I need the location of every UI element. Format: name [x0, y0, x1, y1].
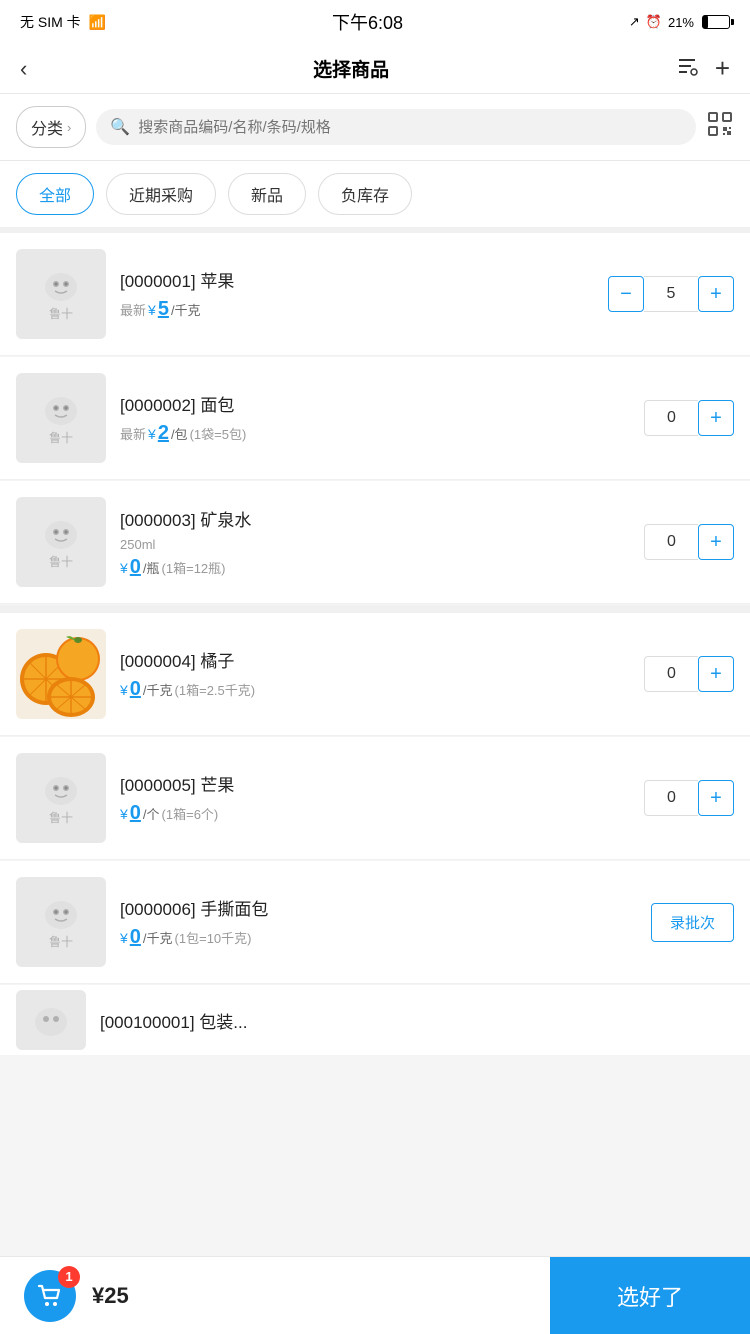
battery-percent: 21% [668, 15, 694, 30]
product-image-partial [16, 990, 86, 1050]
product-info-0000001: [0000001] 苹果 最新 ¥ 5 /千克 [120, 267, 594, 321]
category-button[interactable]: 分类 › [16, 106, 86, 148]
product-item: 鲁十 [0000005] 芒果 ¥ 0 /个 (1箱=6个) + [0, 737, 750, 860]
product-item: 鲁十 [0000003] 矿泉水 250ml ¥ 0 /瓶 (1箱=12瓶) + [0, 481, 750, 604]
nav-bar: ‹ 选择商品 + [0, 44, 750, 94]
product-spec: 250ml [120, 537, 630, 552]
product-list: 鲁十 [0000001] 苹果 最新 ¥ 5 /千克 − + [0, 233, 750, 1055]
wifi-icon: 📶 [89, 14, 106, 31]
tab-all[interactable]: 全部 [16, 173, 94, 215]
search-box: 🔍 [96, 109, 696, 145]
product-image-0000002: 鲁十 [16, 373, 106, 463]
tab-negative-stock[interactable]: 负库存 [318, 173, 412, 215]
product-item: 鲁十 [0000006] 手撕面包 ¥ 0 /千克 (1包=10千克) 录批次 [0, 861, 750, 984]
search-section: 分类 › 🔍 [0, 94, 750, 161]
product-image-0000005: 鲁十 [16, 753, 106, 843]
search-input[interactable] [138, 119, 682, 136]
product-image-0000004 [16, 629, 106, 719]
product-image-0000003: 鲁十 [16, 497, 106, 587]
tab-new[interactable]: 新品 [228, 173, 306, 215]
filter-tabs: 全部 近期采购 新品 负库存 [0, 161, 750, 233]
qty-plus-button[interactable]: + [698, 524, 734, 560]
product-image-0000001: 鲁十 [16, 249, 106, 339]
qty-plus-button[interactable]: + [698, 780, 734, 816]
product-item: 鲁十 [0000002] 面包 最新 ¥ 2 /包 (1袋=5包) + [0, 357, 750, 480]
qty-control-0000003: + [644, 524, 734, 560]
scan-button[interactable] [706, 110, 734, 144]
nav-left: ‹ [20, 56, 27, 82]
partial-product-name: [000100001] 包装... [100, 1008, 247, 1033]
qty-control-0000002: + [644, 400, 734, 436]
location-icon: ↗ [629, 14, 640, 30]
product-info-0000003: [0000003] 矿泉水 250ml ¥ 0 /瓶 (1箱=12瓶) [120, 506, 630, 579]
qty-input[interactable] [644, 400, 698, 436]
qty-input[interactable] [644, 656, 698, 692]
search-icon: 🔍 [110, 117, 130, 137]
product-info-0000006: [0000006] 手撕面包 ¥ 0 /千克 (1包=10千克) [120, 895, 637, 949]
product-image-0000006: 鲁十 [16, 877, 106, 967]
cart-icon-button[interactable]: 1 [24, 1270, 76, 1322]
cart-badge: 1 [58, 1266, 80, 1288]
qty-input[interactable] [644, 780, 698, 816]
qty-minus-button[interactable]: − [608, 276, 644, 312]
qty-control-0000004: + [644, 656, 734, 692]
product-item: 鲁十 [0000001] 苹果 最新 ¥ 5 /千克 − + [0, 233, 750, 356]
qty-control-0000005: + [644, 780, 734, 816]
status-right: ↗ ⏰ 21% [629, 14, 730, 30]
qty-control-0000001: − + [608, 276, 734, 312]
qty-plus-button[interactable]: + [698, 400, 734, 436]
qty-plus-button[interactable]: + [698, 276, 734, 312]
category-label: 分类 [31, 115, 63, 139]
product-item-partial: [000100001] 包装... [0, 985, 750, 1055]
status-left: 无 SIM 卡 📶 [20, 12, 106, 32]
product-name: [0000003] 矿泉水 [120, 506, 630, 531]
product-name: [0000006] 手撕面包 [120, 895, 637, 920]
product-price: 最新 ¥ 2 /包 (1袋=5包) [120, 422, 630, 445]
nav-title: 选择商品 [313, 55, 389, 82]
back-button[interactable]: ‹ [20, 56, 27, 82]
product-price: ¥ 0 /千克 (1包=10千克) [120, 926, 637, 949]
product-price: 最新 ¥ 5 /千克 [120, 298, 594, 321]
product-info-0000002: [0000002] 面包 最新 ¥ 2 /包 (1袋=5包) [120, 391, 630, 445]
batch-button[interactable]: 录批次 [651, 903, 734, 942]
bottom-bar: 1 ¥25 选好了 [0, 1256, 750, 1334]
product-info-0000005: [0000005] 芒果 ¥ 0 /个 (1箱=6个) [120, 771, 630, 825]
product-info-0000004: [0000004] 橘子 ¥ 0 /千克 (1箱=2.5千克) [120, 647, 630, 701]
nav-right: + [675, 53, 730, 84]
category-arrow-icon: › [67, 120, 71, 135]
product-name: [0000005] 芒果 [120, 771, 630, 796]
tab-recent[interactable]: 近期采购 [106, 173, 216, 215]
qty-input[interactable] [644, 276, 698, 312]
add-button[interactable]: + [715, 53, 730, 84]
product-name: [0000004] 橘子 [120, 647, 630, 672]
product-name: [0000001] 苹果 [120, 267, 594, 292]
qty-plus-button[interactable]: + [698, 656, 734, 692]
filter-icon-button[interactable] [675, 54, 699, 84]
cart-total: ¥25 [92, 1283, 129, 1309]
product-price: ¥ 0 /个 (1箱=6个) [120, 802, 630, 825]
carrier-text: 无 SIM 卡 [20, 12, 81, 32]
alarm-icon: ⏰ [646, 14, 662, 30]
qty-input[interactable] [644, 524, 698, 560]
status-time: 下午6:08 [332, 9, 403, 35]
status-bar: 无 SIM 卡 📶 下午6:08 ↗ ⏰ 21% [0, 0, 750, 44]
product-name: [0000002] 面包 [120, 391, 630, 416]
cart-section: 1 ¥25 [0, 1270, 550, 1322]
product-price: ¥ 0 /瓶 (1箱=12瓶) [120, 556, 630, 579]
confirm-button[interactable]: 选好了 [550, 1257, 750, 1334]
battery-bar [702, 15, 730, 29]
product-item: [0000004] 橘子 ¥ 0 /千克 (1箱=2.5千克) + [0, 613, 750, 736]
product-price: ¥ 0 /千克 (1箱=2.5千克) [120, 678, 630, 701]
section-divider [0, 605, 750, 613]
